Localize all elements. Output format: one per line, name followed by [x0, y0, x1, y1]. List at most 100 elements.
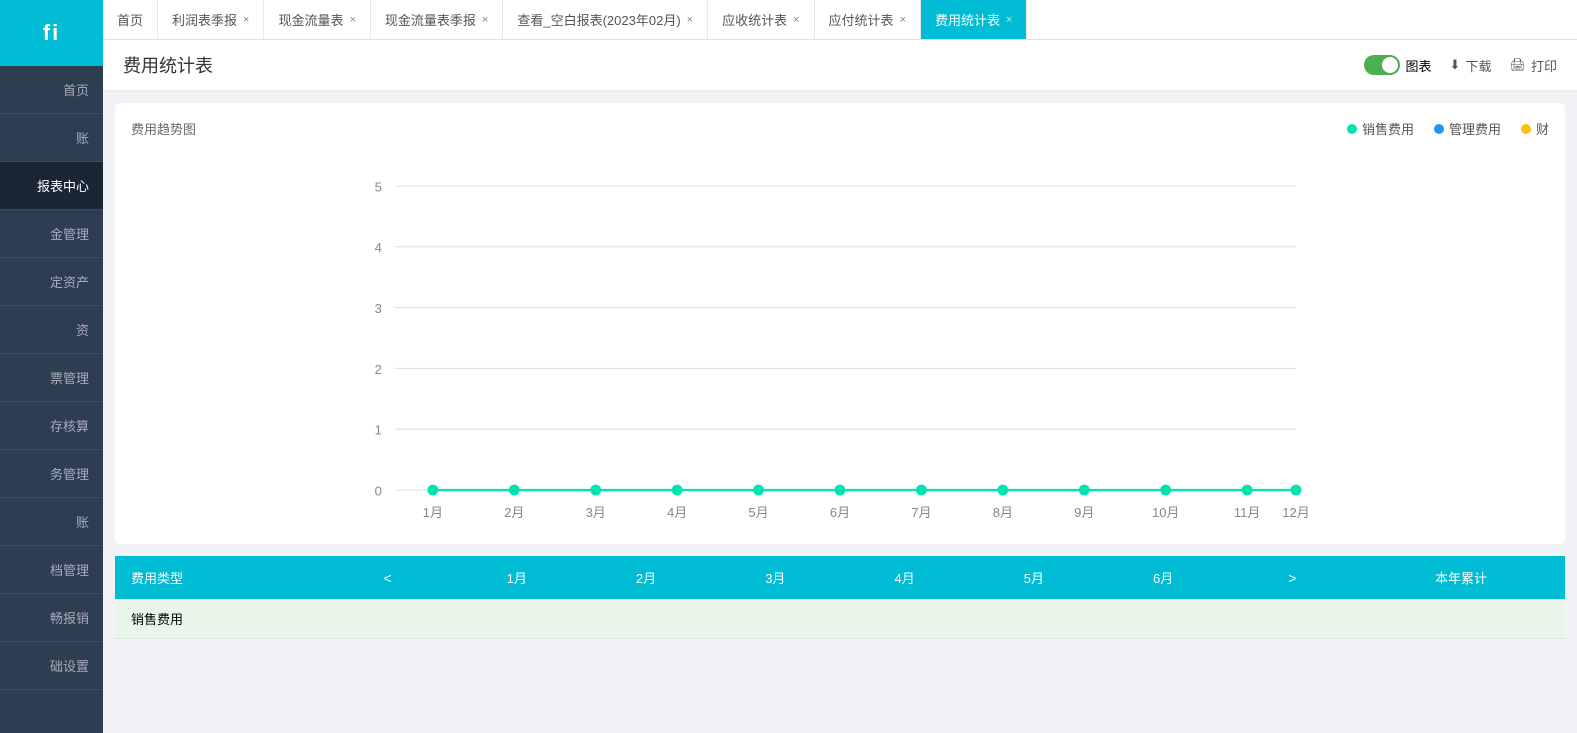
col-month-4: 4月	[840, 556, 969, 599]
svg-text:0: 0	[375, 483, 382, 498]
sidebar-item-inventory[interactable]: 存核算	[0, 402, 103, 450]
col-month-3: 3月	[711, 556, 840, 599]
row-sales-m4	[840, 599, 969, 639]
sidebar-item-ledger[interactable]: 账	[0, 114, 103, 162]
tab-cashflow-quarterly-label: 现金流量表季报	[385, 10, 476, 29]
legend-sales-dot	[1347, 124, 1357, 134]
download-icon: ⬇	[1450, 57, 1461, 73]
chart-toggle-wrapper[interactable]: 图表	[1364, 55, 1432, 75]
sidebar-item-report-center[interactable]: 报表中心	[0, 162, 103, 210]
chart-container: 0 1 2 3 4 5 1月 2月 3月	[131, 148, 1549, 528]
col-month-2: 2月	[581, 556, 710, 599]
legend-sales: 销售费用	[1347, 119, 1414, 138]
table-row: 销售费用	[115, 599, 1565, 639]
tab-expense-stats-close[interactable]: ×	[1006, 14, 1012, 26]
expense-table: 费用类型 < 1月 2月 3月 4月 5月 6月 >	[115, 556, 1565, 639]
chart-legend: 销售费用 管理费用 财	[1347, 119, 1549, 138]
sidebar-logo: fi	[0, 0, 103, 66]
tab-expense-stats-label: 费用统计表	[935, 10, 1000, 29]
sidebar-item-expense-reimb[interactable]: 畅报销	[0, 594, 103, 642]
tab-bar: 首页 利润表季报 × 现金流量表 × 现金流量表季报 × 查看_空白报表(202…	[103, 0, 1577, 40]
print-label: 打印	[1531, 56, 1557, 75]
sidebar-item-home[interactable]: 首页	[0, 66, 103, 114]
print-button[interactable]: 🖨 打印	[1509, 56, 1557, 75]
tab-payable-label: 应付统计表	[829, 10, 894, 29]
col-month-6: 6月	[1099, 556, 1228, 599]
tab-profit-quarterly[interactable]: 利润表季报 ×	[158, 0, 264, 39]
col-month-5: 5月	[969, 556, 1098, 599]
chart-toggle[interactable]	[1364, 55, 1400, 75]
tab-blank-report-close[interactable]: ×	[687, 14, 693, 26]
chart-title: 费用趋势图	[131, 119, 196, 138]
col-ytd: 本年累计	[1357, 556, 1565, 599]
sidebar-item-service-mgmt[interactable]: 务管理	[0, 450, 103, 498]
tab-home-label: 首页	[117, 10, 143, 29]
sidebar-item-archive-mgmt[interactable]: 档管理	[0, 546, 103, 594]
svg-text:1: 1	[375, 423, 382, 438]
tab-cashflow-quarterly-close[interactable]: ×	[482, 14, 488, 26]
svg-text:9月: 9月	[1074, 505, 1094, 520]
chart-header: 费用趋势图 销售费用 管理费用 财	[131, 119, 1549, 138]
row-sales-m3	[711, 599, 840, 639]
svg-text:8月: 8月	[993, 505, 1013, 520]
sidebar-item-fund-mgmt[interactable]: 金管理	[0, 210, 103, 258]
header-actions: 图表 ⬇ 下载 🖨 打印	[1364, 55, 1557, 75]
tab-profit-quarterly-close[interactable]: ×	[243, 14, 249, 26]
col-expense-type-label: 费用类型	[131, 571, 183, 586]
tab-expense-stats[interactable]: 费用统计表 ×	[921, 0, 1027, 39]
main-area: 首页 利润表季报 × 现金流量表 × 现金流量表季报 × 查看_空白报表(202…	[103, 0, 1577, 733]
tab-payable[interactable]: 应付统计表 ×	[815, 0, 921, 39]
legend-admin-dot	[1434, 124, 1444, 134]
col-expense-type: 费用类型	[115, 556, 323, 599]
page-title: 费用统计表	[123, 52, 213, 78]
prev-month-arrow[interactable]: <	[377, 570, 397, 586]
tab-profit-quarterly-label: 利润表季报	[172, 10, 237, 29]
col-next-arrow[interactable]: >	[1228, 556, 1357, 599]
tab-cashflow-close[interactable]: ×	[349, 14, 355, 26]
row-sales-m2	[581, 599, 710, 639]
print-icon: 🖨	[1509, 57, 1526, 73]
download-button[interactable]: ⬇ 下载	[1450, 56, 1492, 75]
svg-text:7月: 7月	[911, 505, 931, 520]
legend-finance-label: 财	[1536, 119, 1549, 138]
svg-text:12月: 12月	[1282, 505, 1310, 520]
legend-admin: 管理费用	[1434, 119, 1501, 138]
page-header: 费用统计表 图表 ⬇ 下载 🖨 打印	[103, 40, 1577, 91]
legend-sales-label: 销售费用	[1362, 119, 1414, 138]
chart-toggle-label: 图表	[1406, 56, 1432, 75]
svg-text:11月: 11月	[1234, 505, 1261, 520]
svg-text:10月: 10月	[1152, 505, 1179, 520]
tab-cashflow[interactable]: 现金流量表 ×	[264, 0, 370, 39]
svg-text:3月: 3月	[586, 505, 606, 520]
tab-cashflow-quarterly[interactable]: 现金流量表季报 ×	[371, 0, 503, 39]
sidebar-item-invoice-mgmt[interactable]: 票管理	[0, 354, 103, 402]
table-header-row: 费用类型 < 1月 2月 3月 4月 5月 6月 >	[115, 556, 1565, 599]
sidebar-item-account[interactable]: 账	[0, 498, 103, 546]
tab-payable-close[interactable]: ×	[900, 14, 906, 26]
chart-section: 费用趋势图 销售费用 管理费用 财	[115, 103, 1565, 544]
tab-blank-report[interactable]: 查看_空白报表(2023年02月) ×	[503, 0, 708, 39]
tab-receivable[interactable]: 应收统计表 ×	[708, 0, 814, 39]
tab-receivable-label: 应收统计表	[722, 10, 787, 29]
svg-text:6月: 6月	[830, 505, 850, 520]
tab-home[interactable]: 首页	[103, 0, 158, 39]
download-label: 下载	[1465, 56, 1491, 75]
row-label-sales-expense: 销售费用	[115, 599, 323, 639]
svg-text:5月: 5月	[748, 505, 768, 520]
row-sales-arrow	[1228, 599, 1357, 639]
tab-blank-report-label: 查看_空白报表(2023年02月)	[517, 10, 680, 29]
svg-text:4: 4	[375, 240, 382, 255]
sidebar: fi 首页 账 报表中心 金管理 定资产 资 票管理 存核算 务管理 账 档管理…	[0, 0, 103, 733]
row-sales-m1	[452, 599, 581, 639]
row-sales-m5	[969, 599, 1098, 639]
sidebar-item-fixed-assets[interactable]: 定资产	[0, 258, 103, 306]
svg-text:4月: 4月	[667, 505, 687, 520]
sidebar-item-invest[interactable]: 资	[0, 306, 103, 354]
col-prev-arrow[interactable]: <	[323, 556, 452, 599]
tab-receivable-close[interactable]: ×	[793, 14, 799, 26]
sidebar-item-base-settings[interactable]: 础设置	[0, 642, 103, 690]
legend-finance: 财	[1521, 119, 1549, 138]
tab-cashflow-label: 现金流量表	[278, 10, 343, 29]
next-month-arrow[interactable]: >	[1282, 570, 1302, 586]
content-area: 费用趋势图 销售费用 管理费用 财	[103, 91, 1577, 733]
